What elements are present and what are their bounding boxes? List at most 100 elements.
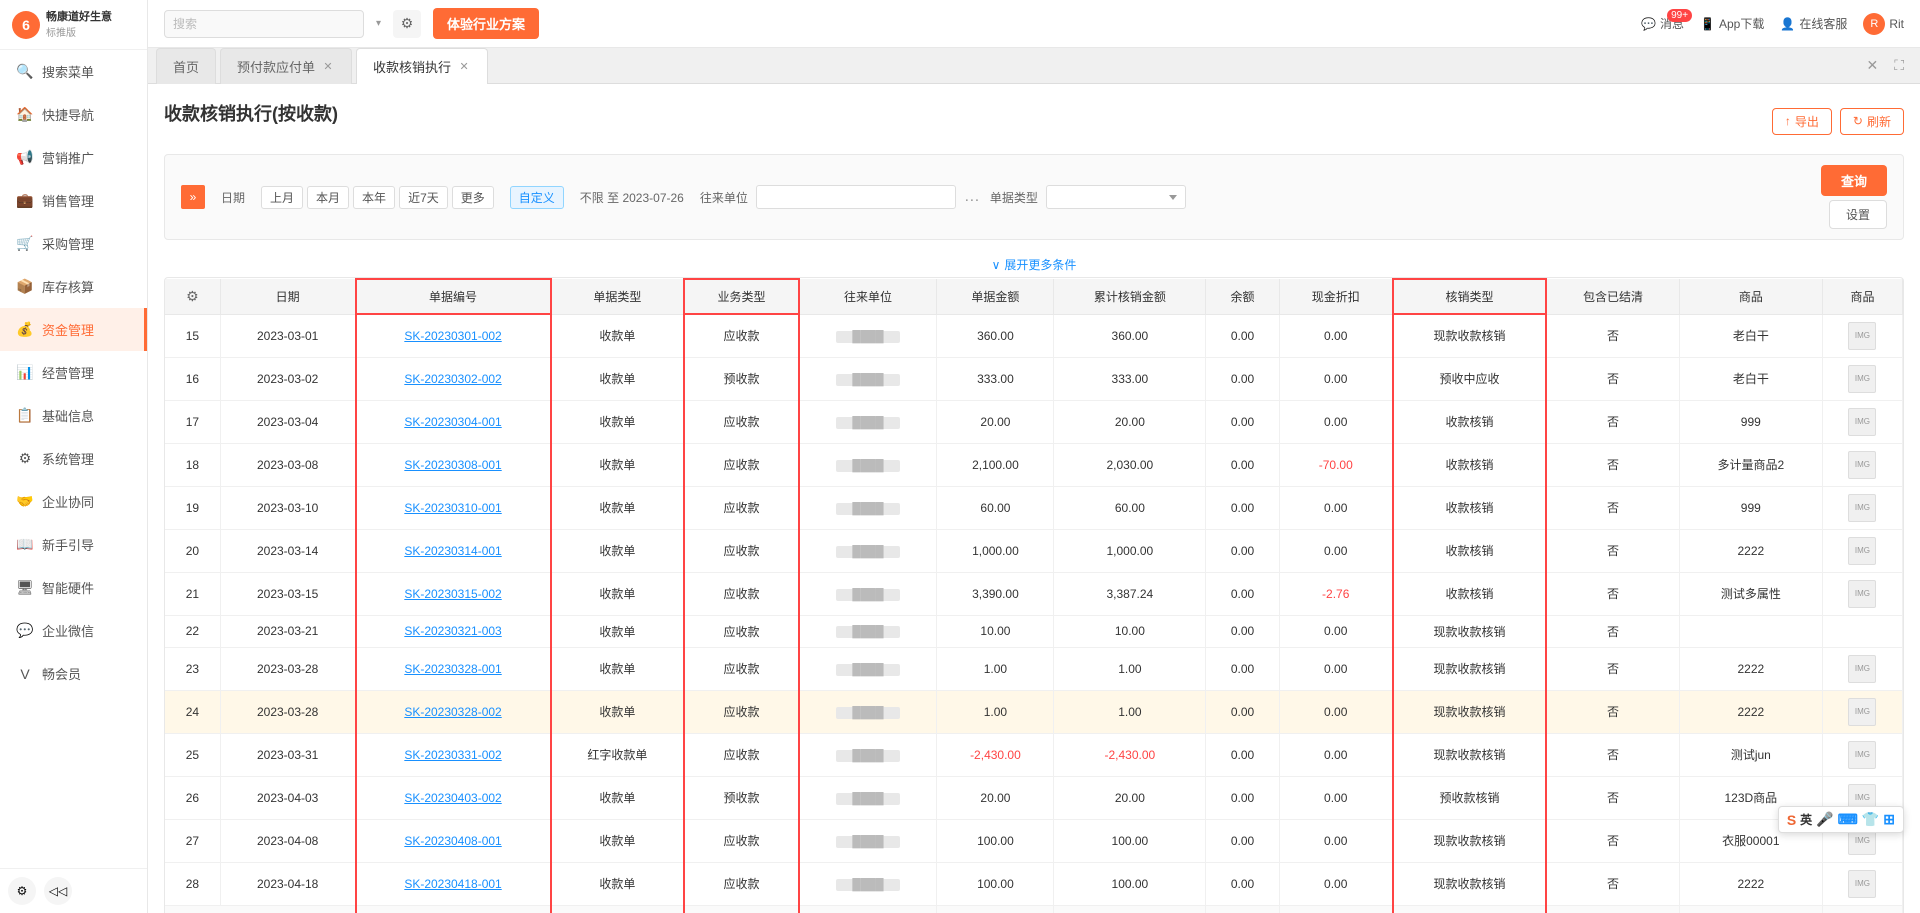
sidebar-item-快捷导航[interactable]: 🏠快捷导航 [0,93,147,136]
gear-icon[interactable]: ⚙ [393,10,421,38]
settings-button[interactable]: 设置 [1829,200,1887,229]
more-options-icon[interactable]: … [964,188,982,206]
expand-icon: ∨ [992,258,1001,272]
sidebar-item-库存核算[interactable]: 📦库存核算 [0,265,147,308]
order-no-link-12[interactable]: SK-20230408-001 [404,834,501,848]
cell-order-no-2[interactable]: SK-20230304-001 [356,400,551,443]
cell-order-type-5: 收款单 [551,529,685,572]
cell-no-1: 16 [165,357,220,400]
order-no-link-2[interactable]: SK-20230304-001 [404,415,501,429]
tab-close-1[interactable]: ✕ [321,59,335,73]
sidebar-item-企业微信[interactable]: 💬企业微信 [0,609,147,652]
tab-0[interactable]: 首页 [156,48,216,84]
sidebar-item-智能硬件[interactable]: 🖥智能硬件 [0,566,147,609]
cell-order-no-11[interactable]: SK-20230403-002 [356,776,551,819]
close-tab-icon[interactable]: ✕ [1858,53,1886,78]
order-type-select[interactable] [1046,185,1186,209]
cell-order-no-9[interactable]: SK-20230328-002 [356,690,551,733]
cell-amount-3: 2,100.00 [937,443,1054,486]
refresh-button[interactable]: ↻ 刷新 [1840,108,1904,135]
messages-action[interactable]: 💬 消息 99+ [1641,15,1684,32]
date-btn-上月[interactable]: 上月 [261,186,303,209]
order-no-link-6[interactable]: SK-20230315-002 [404,587,501,601]
tab-1[interactable]: 预付款应付单✕ [220,48,352,84]
keyboard-icon[interactable]: ⌨ [1838,811,1858,828]
user-profile[interactable]: R Rit [1863,13,1904,35]
order-no-link-0[interactable]: SK-20230301-002 [404,329,501,343]
cell-balance-9: 0.00 [1206,690,1279,733]
industry-solution-button[interactable]: 体验行业方案 [433,8,539,39]
dropdown-arrow-icon[interactable]: ▾ [376,18,381,29]
sidebar-item-经营管理[interactable]: 📊经营管理 [0,351,147,394]
gear-icon[interactable]: ⚙ [186,288,199,304]
partner-input[interactable] [756,185,956,209]
settings-icon[interactable]: ⚙ [8,877,36,905]
grid-icon[interactable]: ⊞ [1883,811,1895,828]
shirt-icon[interactable]: 👕 [1862,811,1879,828]
cell-no-2: 17 [165,400,220,443]
th-write-off-type: 核销类型 [1393,279,1546,314]
date-btn-更多[interactable]: 更多 [452,186,494,209]
tab-close-2[interactable]: ✕ [457,59,471,73]
th-gear[interactable]: ⚙ [165,279,220,314]
th-order-type: 单据类型 [551,279,685,314]
sidebar-item-系统管理[interactable]: ⚙系统管理 [0,437,147,480]
cell-order-no-10[interactable]: SK-20230331-002 [356,733,551,776]
cell-order-no-1[interactable]: SK-20230302-002 [356,357,551,400]
online-service-action[interactable]: 👤 在线客服 [1780,15,1847,32]
mic-icon[interactable]: 🎤 [1816,811,1833,828]
cell-write-off-1: 333.00 [1054,357,1206,400]
custom-date-button[interactable]: 自定义 [510,186,564,209]
sidebar-item-销售管理[interactable]: 💼销售管理 [0,179,147,222]
sidebar-label-1: 快捷导航 [42,105,94,124]
order-no-link-13[interactable]: SK-20230418-001 [404,877,501,891]
sidebar-item-基础信息[interactable]: 📋基础信息 [0,394,147,437]
query-button[interactable]: 查询 [1821,165,1887,196]
order-no-link-5[interactable]: SK-20230314-001 [404,544,501,558]
cell-product-img-13: IMG [1822,862,1902,905]
cell-order-no-7[interactable]: SK-20230321-003 [356,615,551,647]
sidebar-item-畅会员[interactable]: V畅会员 [0,652,147,695]
cell-order-no-5[interactable]: SK-20230314-001 [356,529,551,572]
cell-order-no-8[interactable]: SK-20230328-001 [356,647,551,690]
date-btn-本年[interactable]: 本年 [353,186,395,209]
cell-biz-type-5: 应收款 [684,529,798,572]
order-no-link-11[interactable]: SK-20230403-002 [404,791,501,805]
cell-order-no-0[interactable]: SK-20230301-002 [356,314,551,357]
cell-order-no-3[interactable]: SK-20230308-001 [356,443,551,486]
tab-2[interactable]: 收款核销执行✕ [356,48,488,84]
cell-order-no-4[interactable]: SK-20230310-001 [356,486,551,529]
sidebar-item-营销推广[interactable]: 📢营销推广 [0,136,147,179]
order-no-link-1[interactable]: SK-20230302-002 [404,372,501,386]
order-no-link-10[interactable]: SK-20230331-002 [404,748,501,762]
order-no-link-3[interactable]: SK-20230308-001 [404,458,501,472]
cell-write-off-4: 60.00 [1054,486,1206,529]
date-btn-本月[interactable]: 本月 [307,186,349,209]
sidebar-item-采购管理[interactable]: 🛒采购管理 [0,222,147,265]
order-no-link-4[interactable]: SK-20230310-001 [404,501,501,515]
cell-product-7 [1679,615,1822,647]
cell-include-settled-1: 否 [1546,357,1679,400]
date-btn-近7天[interactable]: 近7天 [399,186,448,209]
cell-cash-discount-4: 0.00 [1279,486,1392,529]
maximize-icon[interactable]: ⛶ [1886,53,1912,78]
order-no-link-8[interactable]: SK-20230328-001 [404,662,501,676]
order-no-link-7[interactable]: SK-20230321-003 [404,624,501,638]
filter-toggle-button[interactable]: » [181,185,205,209]
app-download-action[interactable]: 📱 App下载 [1700,15,1764,32]
cell-order-no-12[interactable]: SK-20230408-001 [356,819,551,862]
expand-button[interactable]: ∨ 展开更多条件 [168,256,1900,273]
cell-order-no-13[interactable]: SK-20230418-001 [356,862,551,905]
sidebar-item-企业协同[interactable]: 🤝企业协同 [0,480,147,523]
sidebar-item-新手引导[interactable]: 📖新手引导 [0,523,147,566]
order-no-link-9[interactable]: SK-20230328-002 [404,705,501,719]
cell-order-no-6[interactable]: SK-20230315-002 [356,572,551,615]
collapse-icon[interactable]: ◁◁ [44,877,72,905]
content-area: 收款核销执行(按收款) ↑ 导出 ↻ 刷新 » 日期 上月本月本年近7天更多 自… [148,84,1920,913]
sidebar-item-搜索菜单[interactable]: 🔍搜索菜单 [0,50,147,93]
sidebar-icon-13: 💬 [16,622,34,640]
sidebar-label-3: 销售管理 [42,191,94,210]
sidebar-item-资金管理[interactable]: 💰资金管理 [0,308,147,351]
export-button[interactable]: ↑ 导出 [1772,108,1832,135]
cell-no-4: 19 [165,486,220,529]
